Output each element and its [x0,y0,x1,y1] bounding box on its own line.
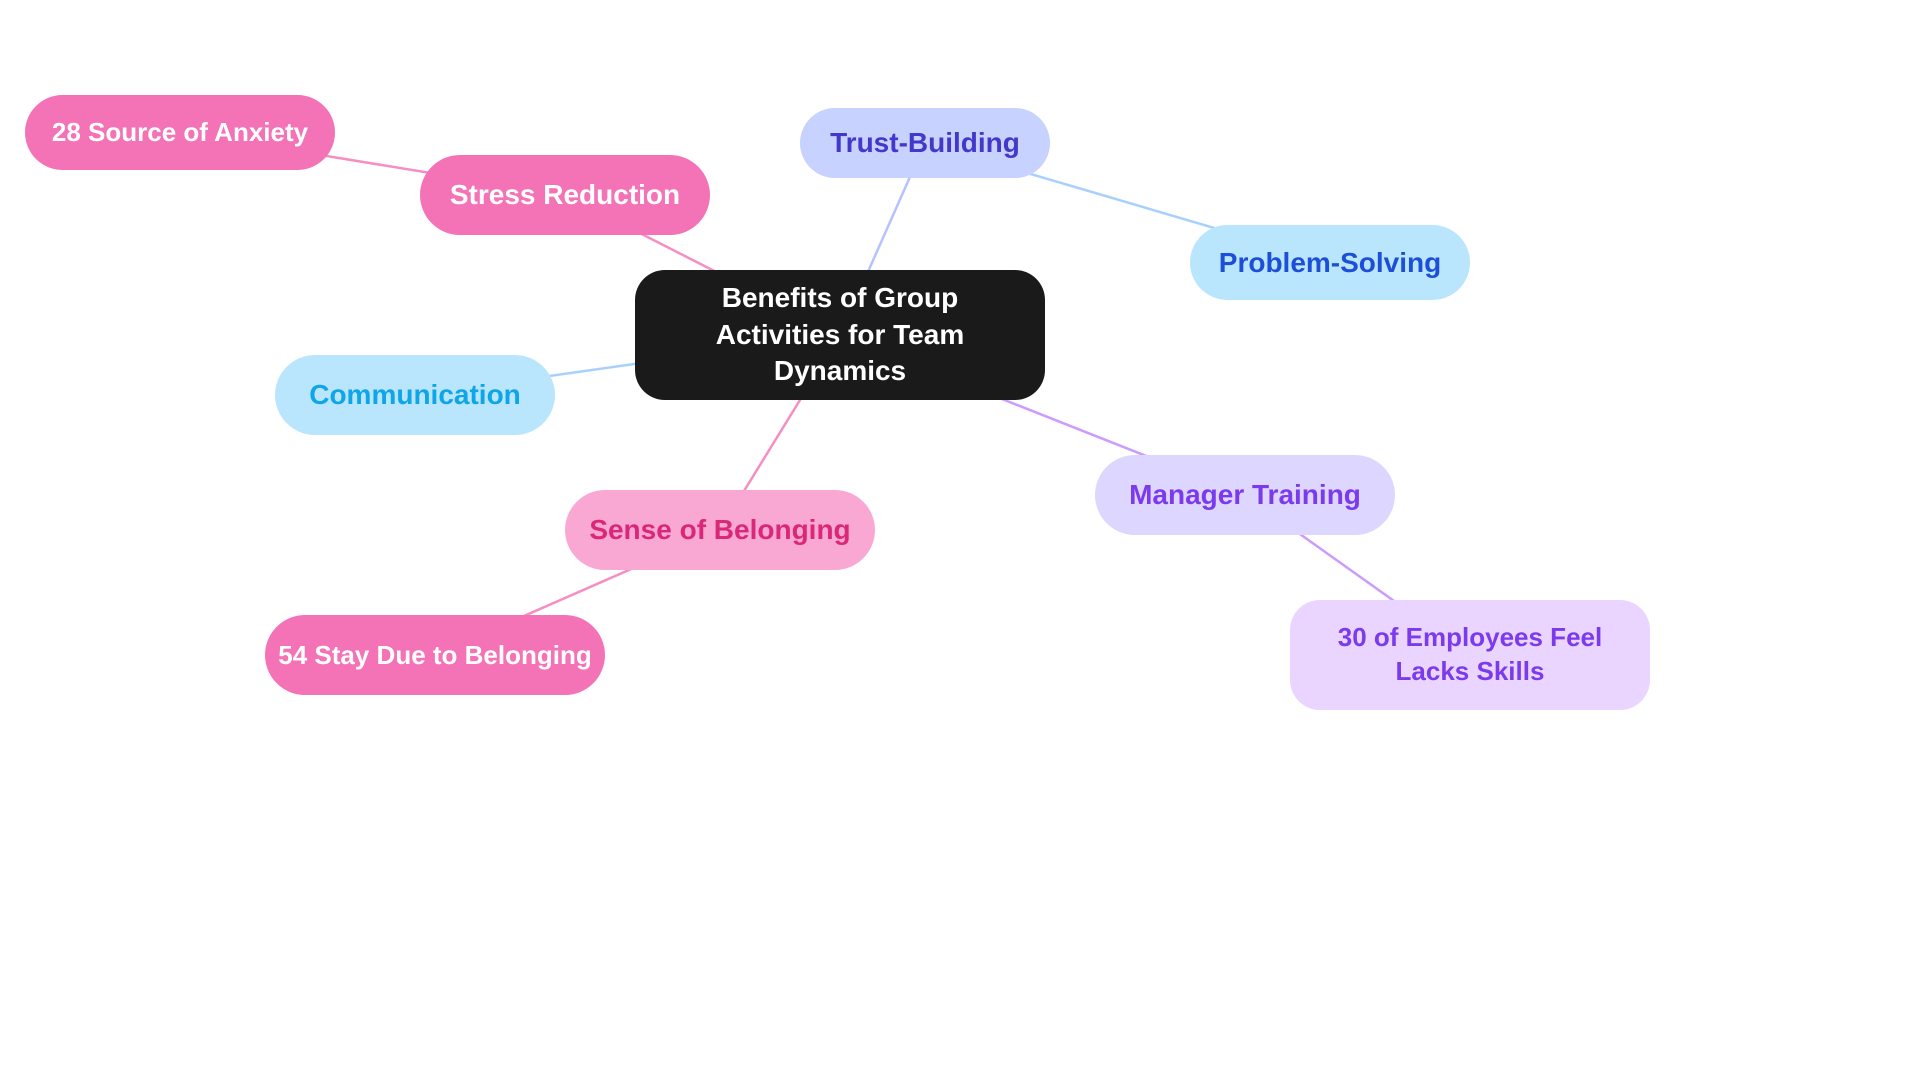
anxiety-node: 28 Source of Anxiety [25,95,335,170]
trust-label: Trust-Building [830,127,1020,159]
belonging-label: Sense of Belonging [589,514,850,546]
anxiety-label: 28 Source of Anxiety [52,117,308,148]
stress-node: Stress Reduction [420,155,710,235]
skills-node: 30 of Employees Feel Lacks Skills [1290,600,1650,710]
center-node: Benefits of Group Activities for Team Dy… [635,270,1045,400]
skills-label: 30 of Employees Feel Lacks Skills [1310,621,1630,689]
belonging-node: Sense of Belonging [565,490,875,570]
center-label: Benefits of Group Activities for Team Dy… [660,280,1020,389]
problem-label: Problem-Solving [1219,247,1441,279]
stay-node: 54 Stay Due to Belonging [265,615,605,695]
trust-node: Trust-Building [800,108,1050,178]
problem-node: Problem-Solving [1190,225,1470,300]
mind-map-container: Benefits of Group Activities for Team Dy… [0,0,1920,1083]
manager-node: Manager Training [1095,455,1395,535]
stress-label: Stress Reduction [450,179,680,211]
communication-node: Communication [275,355,555,435]
communication-label: Communication [309,379,521,411]
stay-label: 54 Stay Due to Belonging [278,640,592,671]
manager-label: Manager Training [1129,479,1361,511]
